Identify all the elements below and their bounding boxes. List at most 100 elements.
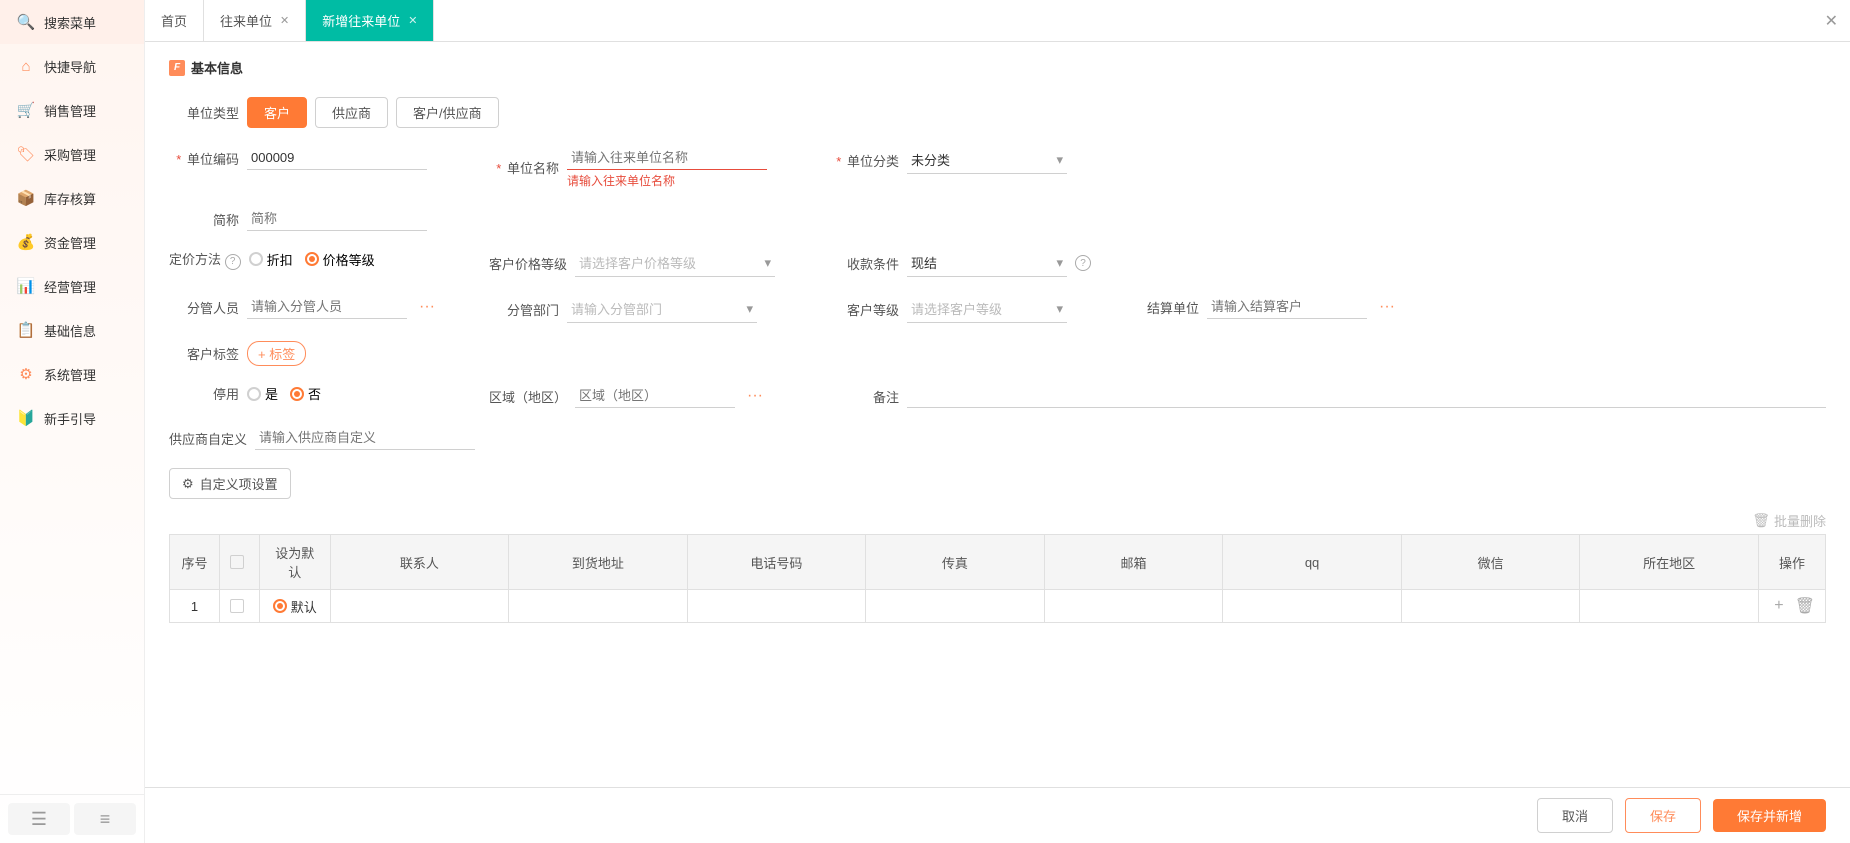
sidebar-item-purchase[interactable]: 🏷 采购管理	[0, 132, 144, 176]
phone-input[interactable]	[706, 599, 848, 614]
disabled-no-option[interactable]: 否	[290, 384, 321, 403]
cell-fax[interactable]	[866, 590, 1045, 623]
add-tag-btn[interactable]: + 标签	[247, 341, 306, 366]
sidebar-item-system[interactable]: ⚙ 系统管理	[0, 352, 144, 396]
batch-delete-label[interactable]: 批量删除	[1774, 511, 1826, 530]
sidebar-item-sales[interactable]: 🛒 销售管理	[0, 88, 144, 132]
tab-add-partner[interactable]: 新增往来单位 ✕	[306, 0, 434, 41]
disabled-label: 停用	[169, 384, 239, 403]
contact-input[interactable]	[349, 599, 491, 614]
section-icon: F	[169, 60, 185, 76]
row-action-group: + 🗑	[1769, 596, 1815, 616]
cell-contact[interactable]	[330, 590, 509, 623]
tab-partners-close[interactable]: ✕	[280, 14, 289, 27]
manager-input[interactable]	[247, 295, 407, 319]
unit-code-label: * 单位编码	[169, 149, 239, 168]
email-input[interactable]	[1063, 599, 1205, 614]
col-email: 邮箱	[1044, 535, 1223, 590]
disabled-group: 停用 是 否	[169, 384, 489, 403]
tab-home[interactable]: 首页	[145, 0, 204, 41]
customer-price-level-select[interactable]: 请选择客户价格等级 ▾	[575, 249, 775, 277]
unit-code-input[interactable]	[247, 146, 427, 170]
department-label: 分管部门	[489, 300, 559, 319]
payment-terms-select[interactable]: 现结 ▾	[907, 249, 1067, 277]
pricing-discount-option[interactable]: 折扣	[249, 250, 293, 269]
plus-icon: + 标签	[258, 344, 295, 363]
sidebar-item-inventory[interactable]: 📦 库存核算	[0, 176, 144, 220]
add-row-btn[interactable]: +	[1769, 596, 1789, 616]
unit-type-buttons: 客户 供应商 客户/供应商	[247, 97, 499, 128]
tab-home-label: 首页	[161, 11, 187, 30]
pricing-help-icon[interactable]: ?	[225, 254, 241, 270]
pricing-level-option[interactable]: 价格等级	[305, 250, 375, 269]
unit-category-group: * 单位分类 未分类 ▾	[829, 146, 1129, 174]
short-name-input[interactable]	[247, 207, 427, 231]
wechat-input[interactable]	[1420, 599, 1562, 614]
cell-qq[interactable]	[1223, 590, 1402, 623]
contacts-table: 序号 设为默认 联系人 到货地址 电话号码 传真 邮箱 qq 微信 所在地区 操…	[169, 534, 1826, 623]
unit-type-both-btn[interactable]: 客户/供应商	[396, 97, 499, 128]
sidebar-item-operations[interactable]: 📊 经营管理	[0, 264, 144, 308]
fax-input[interactable]	[884, 599, 1026, 614]
code-name-category-row: * 单位编码 * 单位名称 请输入往来单位名称 *	[169, 146, 1826, 189]
supplier-custom-input[interactable]	[255, 426, 475, 450]
unit-name-error: 请输入往来单位名称	[567, 172, 767, 189]
settlement-unit-input[interactable]	[1207, 295, 1367, 319]
sidebar-item-finance[interactable]: 💰 资金管理	[0, 220, 144, 264]
tab-bar-close-btn[interactable]: ✕	[1825, 11, 1838, 31]
save-and-new-button[interactable]: 保存并新增	[1713, 799, 1826, 832]
sidebar-item-label: 搜索菜单	[44, 13, 96, 32]
customer-level-select[interactable]: 请选择客户等级 ▾	[907, 295, 1067, 323]
remark-label: 备注	[829, 387, 899, 406]
manager-row: 分管人员 ··· 分管部门 请输入分管部门 ▾ 客户等级 请选择客户等级 ▾	[169, 295, 1826, 323]
unit-name-input[interactable]	[567, 146, 767, 170]
sidebar-item-guide[interactable]: 🔰 新手引导	[0, 396, 144, 440]
save-button[interactable]: 保存	[1625, 798, 1701, 833]
delete-row-btn[interactable]: 🗑	[1795, 596, 1815, 616]
sidebar-item-basic-info[interactable]: 📋 基础信息	[0, 308, 144, 352]
unit-category-select[interactable]: 未分类 ▾	[907, 146, 1067, 174]
bottom-bar: 取消 保存 保存并新增	[145, 787, 1850, 843]
unit-type-supplier-btn[interactable]: 供应商	[315, 97, 388, 128]
cell-phone[interactable]	[687, 590, 866, 623]
cell-region[interactable]	[1580, 590, 1759, 623]
cancel-button[interactable]: 取消	[1537, 798, 1613, 833]
chevron-down-icon2: ▾	[764, 255, 771, 271]
col-phone: 电话号码	[687, 535, 866, 590]
select-all-checkbox[interactable]	[230, 555, 244, 569]
unit-name-group: * 单位名称 请输入往来单位名称	[489, 146, 829, 189]
sidebar-item-label: 资金管理	[44, 233, 96, 252]
sidebar-item-quick-nav[interactable]: ⌂ 快捷导航	[0, 44, 144, 88]
row-checkbox[interactable]	[230, 599, 244, 613]
tab-add-partner-close[interactable]: ✕	[408, 14, 417, 27]
cell-email[interactable]	[1044, 590, 1223, 623]
settlement-unit-group: 结算单位 ···	[1129, 295, 1826, 319]
settlement-more-btn[interactable]: ···	[1375, 298, 1399, 316]
custom-settings-btn[interactable]: ⚙ 自定义项设置	[169, 468, 291, 499]
region-more-btn[interactable]: ···	[743, 387, 767, 405]
sidebar-bottom: ☰ ≡	[0, 794, 144, 843]
sidebar-collapse-btn[interactable]: ☰	[8, 803, 70, 835]
disabled-yes-option[interactable]: 是	[247, 384, 278, 403]
sidebar-item-label: 经营管理	[44, 277, 96, 296]
manager-more-btn[interactable]: ···	[415, 298, 439, 316]
sidebar-item-search[interactable]: 🔍 搜索菜单	[0, 0, 144, 44]
qq-input[interactable]	[1241, 599, 1383, 614]
tab-partners[interactable]: 往来单位 ✕	[204, 0, 306, 41]
remark-input[interactable]	[907, 384, 1826, 408]
region-table-input[interactable]	[1598, 599, 1740, 614]
unit-type-customer-btn[interactable]: 客户	[247, 97, 307, 128]
manager-group: 分管人员 ···	[169, 295, 489, 319]
payment-help-icon[interactable]: ?	[1075, 255, 1091, 271]
cell-check[interactable]	[220, 590, 260, 623]
default-radio-item[interactable]: 默认	[273, 597, 317, 616]
cell-address[interactable]	[509, 590, 688, 623]
sidebar-expand-btn[interactable]: ≡	[74, 803, 136, 835]
department-select[interactable]: 请输入分管部门 ▾	[567, 295, 757, 323]
disabled-no-label: 否	[308, 384, 321, 403]
region-input[interactable]	[575, 384, 735, 408]
cell-wechat[interactable]	[1401, 590, 1580, 623]
address-input[interactable]	[527, 599, 669, 614]
chevron-down-icon3: ▾	[1056, 255, 1063, 271]
chevron-down-icon: ▾	[1056, 152, 1063, 168]
